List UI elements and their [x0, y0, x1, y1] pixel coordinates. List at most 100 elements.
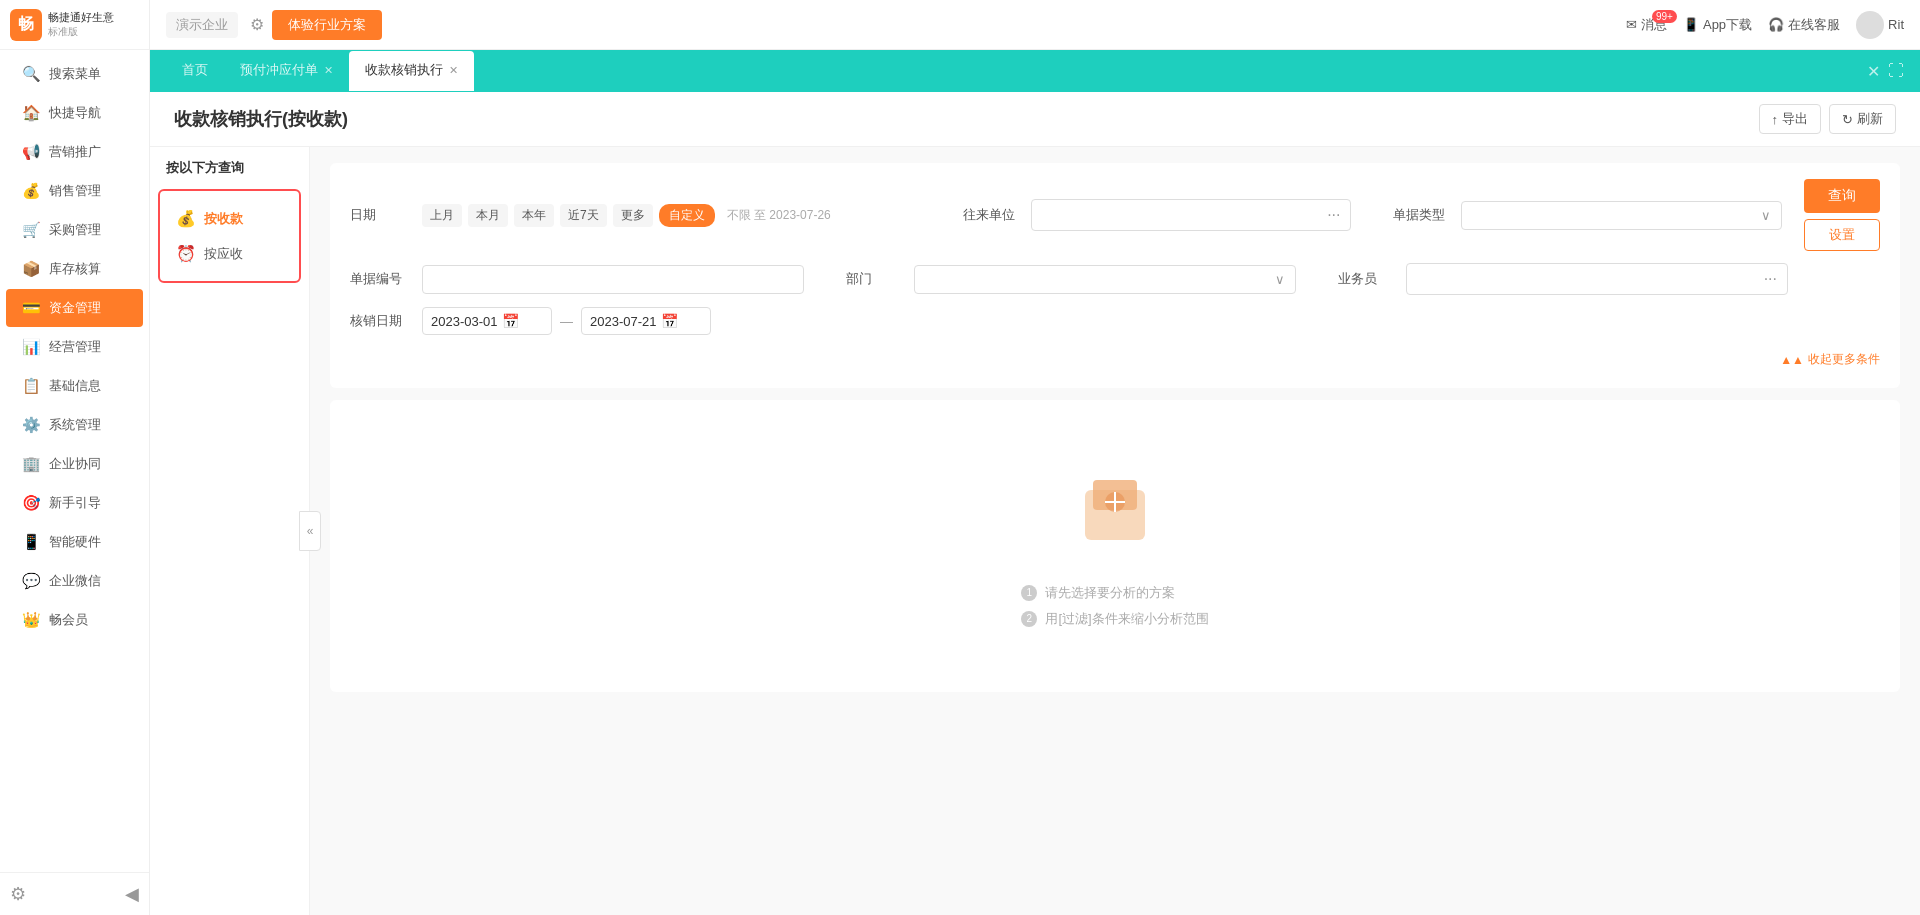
tab-receipt-verify-close[interactable]: ✕: [449, 64, 458, 77]
export-button[interactable]: ↑ 导出: [1759, 104, 1822, 134]
settings-button[interactable]: 设置: [1804, 219, 1880, 251]
sidebar-item-label: 经营管理: [49, 338, 101, 356]
this-year-btn[interactable]: 本年: [514, 204, 554, 227]
sidebar-item-guide[interactable]: 🎯 新手引导: [6, 484, 143, 522]
guide-icon: 🎯: [22, 494, 41, 512]
close-tab-button[interactable]: ✕: [1867, 62, 1880, 81]
partner-selector[interactable]: ···: [1031, 199, 1352, 231]
filter-section-box: 💰 按收款 ⏰ 按应收: [158, 189, 301, 283]
custom-btn[interactable]: 自定义: [659, 204, 715, 227]
by-receivable-label: 按应收: [204, 245, 243, 263]
more-btn[interactable]: 更多: [613, 204, 653, 227]
verify-date-range: 2023-03-01 📅 — 2023-07-21 📅: [422, 307, 1145, 335]
sidebar-item-label: 系统管理: [49, 416, 101, 434]
by-receivable-icon: ⏰: [176, 244, 196, 263]
sidebar-item-system[interactable]: ⚙️ 系统管理: [6, 406, 143, 444]
member-icon: 👑: [22, 611, 41, 629]
tab-bar: 首页 预付冲应付单 ✕ 收款核销执行 ✕ ✕ ⛶: [150, 50, 1920, 92]
verify-date-end-input[interactable]: 2023-07-21 📅: [581, 307, 711, 335]
refresh-button[interactable]: ↻ 刷新: [1829, 104, 1896, 134]
wechat-icon: 💬: [22, 572, 41, 590]
online-service-button[interactable]: 🎧 在线客服: [1768, 16, 1840, 34]
operation-icon: 📊: [22, 338, 41, 356]
sidebar-item-sales[interactable]: 💰 销售管理: [6, 172, 143, 210]
last-month-btn[interactable]: 上月: [422, 204, 462, 227]
sidebar-item-search-menu[interactable]: 🔍 搜索菜单: [6, 55, 143, 93]
tab-receipt-verify[interactable]: 收款核销执行 ✕: [349, 51, 474, 91]
filter-item-by-receipt[interactable]: 💰 按收款: [168, 201, 291, 236]
quick-nav-icon: 🏠: [22, 104, 41, 122]
tab-prepay-close[interactable]: ✕: [324, 64, 333, 77]
sidebar-item-finance[interactable]: 💳 资金管理: [6, 289, 143, 327]
doc-type-selector[interactable]: ∨: [1461, 201, 1782, 230]
form-row-3: 核销日期 2023-03-01 📅 — 2023-07-21 📅: [350, 307, 1880, 335]
tabs-actions: ✕ ⛶: [1867, 62, 1904, 81]
sidebar-item-label: 企业微信: [49, 572, 101, 590]
sidebar-footer: ⚙ ◀: [0, 872, 149, 915]
collapse-sidebar-icon[interactable]: ◀: [125, 883, 139, 905]
empty-tip-2: 2 用[过滤]条件来缩小分析范围: [1021, 606, 1208, 632]
sidebar-item-label: 企业协同: [49, 455, 101, 473]
filter-item-by-receivable[interactable]: ⏰ 按应收: [168, 236, 291, 271]
sidebar-item-member[interactable]: 👑 畅会员: [6, 601, 143, 639]
settings-footer-icon[interactable]: ⚙: [10, 883, 26, 905]
staff-selector[interactable]: ···: [1406, 263, 1788, 295]
calendar-start-icon[interactable]: 📅: [502, 313, 519, 329]
empty-illustration: [1065, 460, 1165, 560]
marketing-icon: 📢: [22, 143, 41, 161]
doc-type-arrow-icon: ∨: [1761, 208, 1771, 223]
collapse-up-icon: ▲▲: [1780, 353, 1804, 367]
fullscreen-button[interactable]: ⛶: [1888, 62, 1904, 80]
staff-label: 业务员: [1338, 270, 1398, 288]
message-button[interactable]: ✉ 消息 99+: [1626, 16, 1667, 34]
search-form: 日期 上月 本月 本年 近7天 更多 自定义 不限 至 2023-07-26 往…: [330, 163, 1900, 388]
date-label: 日期: [350, 206, 410, 224]
verify-date-start-input[interactable]: 2023-03-01 📅: [422, 307, 552, 335]
sidebar-item-purchase[interactable]: 🛒 采购管理: [6, 211, 143, 249]
online-service-label: 在线客服: [1788, 16, 1840, 34]
calendar-end-icon[interactable]: 📅: [661, 313, 678, 329]
query-button[interactable]: 查询: [1804, 179, 1880, 213]
last-7-days-btn[interactable]: 近7天: [560, 204, 607, 227]
this-month-btn[interactable]: 本月: [468, 204, 508, 227]
sidebar-item-inventory[interactable]: 📦 库存核算: [6, 250, 143, 288]
sidebar-item-label: 营销推广: [49, 143, 101, 161]
app-download-button[interactable]: 📱 App下载: [1683, 16, 1752, 34]
doc-no-label: 单据编号: [350, 270, 410, 288]
collapse-conditions-button[interactable]: ▲▲ 收起更多条件: [1780, 351, 1880, 368]
sidebar-item-label: 库存核算: [49, 260, 101, 278]
hardware-icon: 📱: [22, 533, 41, 551]
app-name: 畅捷通好生意: [48, 10, 114, 24]
collapse-filter-button[interactable]: «: [299, 511, 321, 551]
doc-no-input[interactable]: [422, 265, 804, 294]
by-receipt-label: 按收款: [204, 210, 243, 228]
collapse-conditions-row: ▲▲ 收起更多条件: [350, 347, 1880, 372]
date-no-limit: 不限 至 2023-07-26: [727, 208, 831, 222]
sidebar-item-base-info[interactable]: 📋 基础信息: [6, 367, 143, 405]
sidebar-logo: 畅 畅捷通好生意 标准版: [0, 0, 149, 50]
sidebar-item-marketing[interactable]: 📢 营销推广: [6, 133, 143, 171]
topbar-gear-icon[interactable]: ⚙: [250, 15, 264, 34]
topbar-right: ✉ 消息 99+ 📱 App下载 🎧 在线客服 Rit: [1626, 11, 1904, 39]
topbar: 演示企业 ⚙ 体验行业方案 ✉ 消息 99+ 📱 App下载 🎧 在线客服 Ri…: [150, 0, 1920, 50]
sidebar-item-label: 搜索菜单: [49, 65, 101, 83]
form-row-2: 单据编号 部门 ∨ 业务员 ···: [350, 263, 1880, 295]
verify-date-start-value: 2023-03-01: [431, 314, 498, 329]
empty-tip-1: 1 请先选择要分析的方案: [1021, 580, 1208, 606]
solution-button[interactable]: 体验行业方案: [272, 10, 382, 40]
staff-dots-icon: ···: [1764, 270, 1777, 288]
sidebar-item-hardware[interactable]: 📱 智能硬件: [6, 523, 143, 561]
main-panel: 日期 上月 本月 本年 近7天 更多 自定义 不限 至 2023-07-26 往…: [310, 147, 1920, 915]
sidebar-item-enterprise[interactable]: 🏢 企业协同: [6, 445, 143, 483]
purchase-icon: 🛒: [22, 221, 41, 239]
sidebar-item-wechat[interactable]: 💬 企业微信: [6, 562, 143, 600]
user-profile[interactable]: Rit: [1856, 11, 1904, 39]
logo-icon: 畅: [10, 9, 42, 41]
sidebar-item-operation[interactable]: 📊 经营管理: [6, 328, 143, 366]
tab-prepay[interactable]: 预付冲应付单 ✕: [224, 51, 349, 91]
dept-selector[interactable]: ∨: [914, 265, 1296, 294]
empty-state: 1 请先选择要分析的方案 2 用[过滤]条件来缩小分析范围: [330, 400, 1900, 692]
company-selector[interactable]: 演示企业: [166, 12, 238, 38]
sidebar-item-quick-nav[interactable]: 🏠 快捷导航: [6, 94, 143, 132]
tab-home[interactable]: 首页: [166, 51, 224, 91]
